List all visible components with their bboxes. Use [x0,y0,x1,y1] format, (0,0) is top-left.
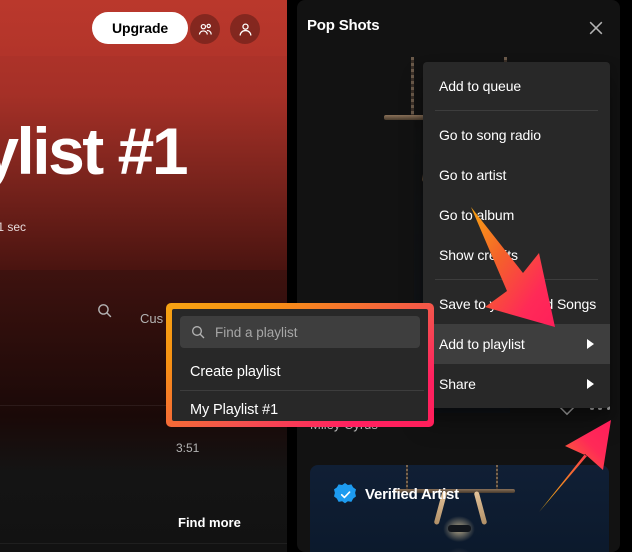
upgrade-button[interactable]: Upgrade [92,12,189,44]
playlist-meta: in 51 sec [0,220,27,234]
friends-icon [198,23,212,35]
menu-separator [435,279,598,280]
search-icon [98,304,112,318]
find-playlist-input[interactable] [215,324,410,340]
submenu-item-create-playlist[interactable]: Create playlist [172,353,428,391]
submenu-item-my-playlist-1[interactable]: My Playlist #1 [172,391,428,421]
find-playlist-search[interactable] [180,316,420,348]
playlist-page: Upgrade aylist #1 in 51 sec Cus [0,0,287,552]
menu-item-label: Go to artist [439,167,507,183]
window-gutter [620,0,632,552]
menu-item-show-credits[interactable]: Show credits [423,235,610,275]
profile-button[interactable] [230,14,260,44]
menu-item-go-to-artist[interactable]: Go to artist [423,155,610,195]
decoration [411,57,414,115]
friends-activity-button[interactable] [190,14,220,44]
chevron-right-icon [587,339,594,349]
now-playing-title: Pop Shots [307,17,380,34]
find-more-button[interactable]: Find more [178,515,241,530]
menu-separator [435,110,598,111]
decoration [496,465,498,491]
menu-item-label: Show credits [439,247,518,263]
menu-item-share[interactable]: Share [423,364,610,404]
close-icon [589,21,603,35]
page-title: aylist #1 [0,114,189,188]
highlight-annotation-box: Create playlist My Playlist #1 [166,303,434,427]
menu-item-go-to-album[interactable]: Go to album [423,195,610,235]
verified-artist-label: Verified Artist [365,485,459,503]
profile-icon [239,22,251,36]
verified-check-icon [334,483,356,504]
menu-item-label: Share [439,376,476,392]
check-icon [340,490,350,498]
chevron-right-icon [587,379,594,389]
add-to-playlist-submenu: Create playlist My Playlist #1 [172,309,428,421]
menu-item-label: Go to album [439,207,515,223]
menu-item-go-to-song-radio[interactable]: Go to song radio [423,115,610,155]
verified-artist-badge: Verified Artist [334,483,459,505]
decoration [448,525,471,532]
track-duration: 3:51 [176,441,200,455]
about-artist-card[interactable]: Verified Artist [310,465,609,552]
app-window: Upgrade aylist #1 in 51 sec Cus [0,0,632,552]
menu-item-label: Save to your Liked Songs [439,296,597,312]
menu-item-add-to-queue[interactable]: Add to queue [423,66,610,106]
menu-item-save-to-liked-songs[interactable]: Save to your Liked Songs [423,284,610,324]
divider [0,543,287,544]
menu-item-label: Add to queue [439,78,522,94]
menu-item-add-to-playlist[interactable]: Add to playlist [423,324,610,364]
panel-gap [287,0,297,552]
sort-order-button[interactable]: Cus [140,311,163,326]
search-icon [192,326,205,339]
menu-item-label: Go to song radio [439,127,541,143]
track-context-menu: Add to queue Go to song radio Go to arti… [423,62,610,408]
menu-item-label: Add to playlist [439,336,525,352]
search-in-playlist-button[interactable] [96,302,113,324]
close-panel-button[interactable] [586,18,606,38]
